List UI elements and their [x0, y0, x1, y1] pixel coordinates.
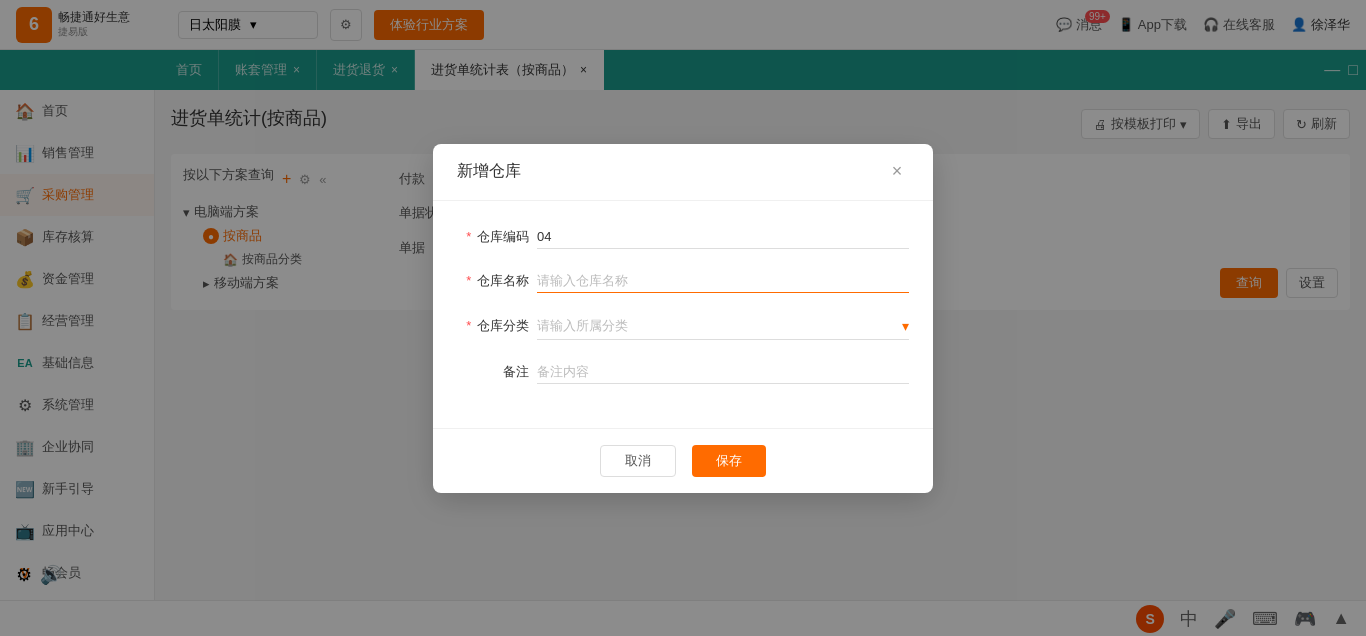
name-label: * 仓库名称 [457, 272, 537, 290]
save-button[interactable]: 保存 [692, 445, 766, 477]
required-star-name: * [466, 273, 471, 288]
form-row-category: * 仓库分类 请输入所属分类 ▾ [457, 313, 909, 340]
note-label: 备注 [457, 363, 537, 381]
category-select[interactable]: 请输入所属分类 ▾ [537, 313, 909, 340]
form-row-code: * 仓库编码 [457, 225, 909, 249]
new-warehouse-modal: 新增仓库 × * 仓库编码 * 仓库名称 * [433, 144, 933, 493]
category-select-arrow: ▾ [902, 318, 909, 334]
modal-body: * 仓库编码 * 仓库名称 * 仓库分类 请输入所属分类 [433, 201, 933, 428]
code-label: * 仓库编码 [457, 228, 537, 246]
modal-header: 新增仓库 × [433, 144, 933, 201]
required-star-code: * [466, 229, 471, 244]
modal-title: 新增仓库 [457, 161, 521, 182]
cancel-button[interactable]: 取消 [600, 445, 676, 477]
modal-footer: 取消 保存 [433, 428, 933, 493]
modal-overlay: 新增仓库 × * 仓库编码 * 仓库名称 * [0, 0, 1366, 636]
note-input[interactable] [537, 360, 909, 384]
code-input[interactable] [537, 225, 909, 249]
category-placeholder: 请输入所属分类 [537, 317, 628, 335]
name-input[interactable] [537, 269, 909, 293]
required-star-category: * [466, 318, 471, 333]
category-label: * 仓库分类 [457, 317, 537, 335]
form-row-note: 备注 [457, 360, 909, 384]
modal-close-button[interactable]: × [885, 160, 909, 184]
form-row-name: * 仓库名称 [457, 269, 909, 293]
